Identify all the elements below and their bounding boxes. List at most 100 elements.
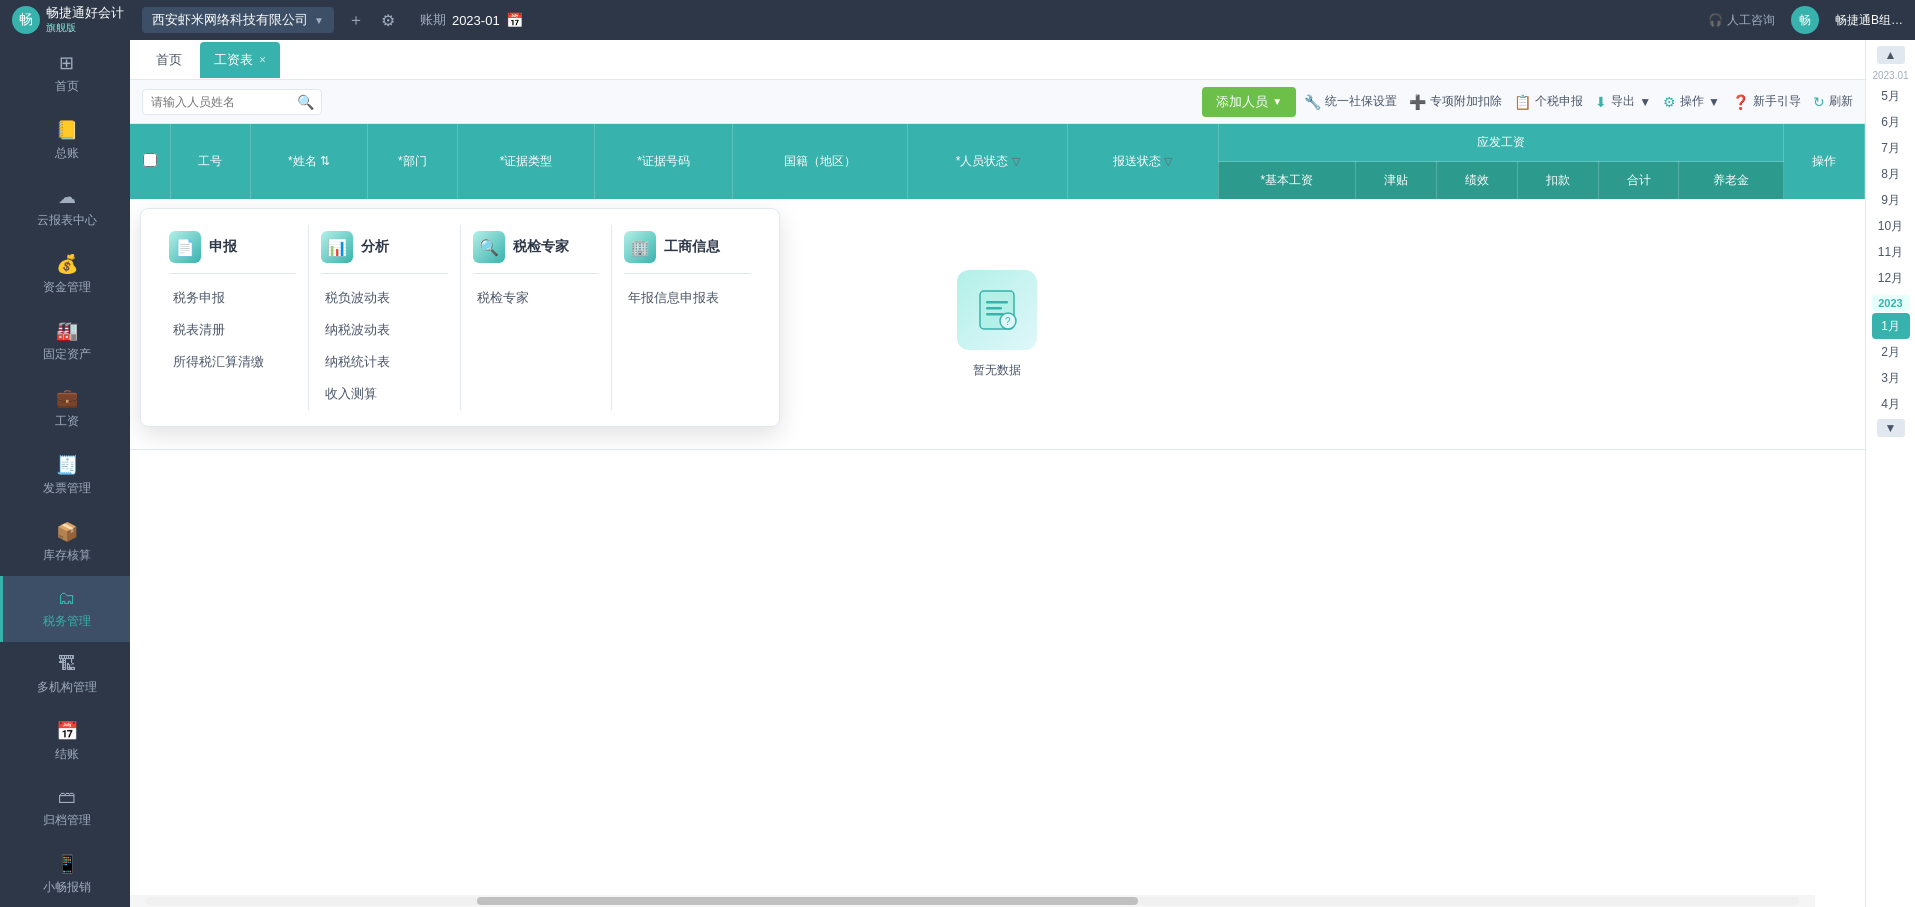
sidebar-label-payroll: 工资 (55, 413, 79, 430)
dropdown-item-income-tax[interactable]: 所得税汇算清缴 (169, 346, 296, 378)
sidebar-item-invoice[interactable]: 🧾 发票管理 (0, 442, 130, 509)
timeline-month-4-2024[interactable]: 4月 (1872, 391, 1910, 417)
sidebar-item-archive[interactable]: 🗃 归档管理 (0, 775, 130, 841)
dropdown-item-annual-report[interactable]: 年报信息申报表 (624, 282, 751, 314)
headset-icon: 🎧 (1708, 13, 1723, 27)
refresh-label: 刷新 (1829, 93, 1853, 110)
refresh-btn[interactable]: ↻ 刷新 (1813, 93, 1853, 110)
period-label-text: 账期 (420, 11, 446, 29)
timeline-nav-down[interactable]: ▼ (1877, 419, 1905, 437)
sidebar-item-inventory[interactable]: 📦 库存核算 (0, 509, 130, 576)
analysis-icon: 📊 (321, 231, 353, 263)
sidebar-item-cloud[interactable]: ☁ 云报表中心 (0, 174, 130, 241)
expert-header: 🔍 税检专家 (473, 225, 600, 274)
tab-home-label: 首页 (156, 51, 182, 69)
sidebar-item-tax[interactable]: 🗂 税务管理 (0, 576, 130, 642)
dropdown-item-tax-fluctuation[interactable]: 纳税波动表 (321, 314, 448, 346)
dropdown-item-expert[interactable]: 税检专家 (473, 282, 600, 314)
analysis-header: 📊 分析 (321, 225, 448, 274)
sidebar-item-period-close[interactable]: 📅 结账 (0, 708, 130, 775)
header-department: *部门 (367, 124, 457, 199)
sidebar-item-mini[interactable]: 📱 小畅报销 (0, 841, 130, 907)
sidebar: ⊞ 首页 📒 总账 ☁ 云报表中心 💰 资金管理 🏭 固定资产 💼 工资 🧾 发… (0, 40, 130, 907)
dropdown-item-tax-declare[interactable]: 税务申报 (169, 282, 296, 314)
sidebar-label-inventory: 库存核算 (43, 547, 91, 564)
multi-icon: 🏗 (58, 654, 76, 675)
export-btn[interactable]: ⬇ 导出 ▼ (1595, 93, 1651, 110)
sidebar-item-ledger[interactable]: 📒 总账 (0, 107, 130, 174)
tab-payroll[interactable]: 工资表 × (200, 42, 280, 78)
company-selector[interactable]: 西安虾米网络科技有限公司 ▼ (142, 7, 334, 33)
export-dropdown-arrow: ▼ (1639, 95, 1651, 109)
dropdown-item-tax-table[interactable]: 税表清册 (169, 314, 296, 346)
asset-icon: 🏭 (56, 320, 78, 342)
sidebar-item-home[interactable]: ⊞ 首页 (0, 40, 130, 107)
sidebar-item-payroll[interactable]: 💼 工资 (0, 375, 130, 442)
timeline-month-10[interactable]: 10月 (1872, 213, 1910, 239)
export-label: 导出 (1611, 93, 1635, 110)
search-input[interactable] (151, 95, 291, 109)
timeline-month-6[interactable]: 6月 (1872, 109, 1910, 135)
tab-home[interactable]: 首页 (142, 42, 196, 78)
header-checkbox-cell (130, 124, 170, 199)
toolbar: 🔍 添加人员 ▼ 🔧 统一社保设置 ➕ 专项附加扣除 📋 个税申报 (130, 80, 1865, 124)
guide-btn[interactable]: ❓ 新手引导 (1732, 93, 1801, 110)
add-company-btn[interactable]: ＋ (344, 8, 368, 32)
top-bar-right: 🎧 人工咨询 畅 畅捷通B组… (1708, 6, 1903, 34)
dropdown-section-analysis: 📊 分析 税负波动表 纳税波动表 纳税统计表 收入测算 (309, 225, 461, 410)
timeline-month-12[interactable]: 12月 (1872, 265, 1910, 291)
empty-svg: ? (972, 285, 1022, 335)
timeline-month-5[interactable]: 5月 (1872, 83, 1910, 109)
archive-icon: 🗃 (58, 787, 76, 808)
timeline-month-3-2024[interactable]: 3月 (1872, 365, 1910, 391)
toolbar-actions: 🔧 统一社保设置 ➕ 专项附加扣除 📋 个税申报 ⬇ 导出 ▼ ⚙ (1304, 93, 1853, 110)
bizinfo-title: 工商信息 (664, 238, 720, 256)
timeline-month-1-2024[interactable]: 1月 (1872, 313, 1910, 339)
timeline-month-7[interactable]: 7月 (1872, 135, 1910, 161)
declare-title: 申报 (209, 238, 237, 256)
personal-tax-btn[interactable]: 📋 个税申报 (1514, 93, 1583, 110)
special-deduction-icon: ➕ (1409, 94, 1426, 110)
special-deduction-btn[interactable]: ➕ 专项附加扣除 (1409, 93, 1502, 110)
social-security-icon: 🔧 (1304, 94, 1321, 110)
header-salary-group: 应发工资 (1218, 124, 1783, 162)
timeline-month-2-2024[interactable]: 2月 (1872, 339, 1910, 365)
sidebar-label-multi: 多机构管理 (37, 679, 97, 696)
timeline-month-11[interactable]: 11月 (1872, 239, 1910, 265)
add-person-button[interactable]: 添加人员 ▼ (1202, 87, 1296, 117)
user-avatar[interactable]: 畅 (1791, 6, 1819, 34)
tab-close-btn[interactable]: × (259, 53, 266, 67)
content-area: 首页 工资表 × 🔍 添加人员 ▼ 🔧 统一社保设置 (130, 40, 1865, 907)
sidebar-item-multi[interactable]: 🏗 多机构管理 (0, 642, 130, 708)
operate-btn[interactable]: ⚙ 操作 ▼ (1663, 93, 1720, 110)
horizontal-scrollbar[interactable] (130, 895, 1815, 907)
select-all-checkbox[interactable] (143, 153, 157, 167)
refresh-icon: ↻ (1813, 94, 1825, 110)
company-dropdown-arrow: ▼ (314, 15, 324, 26)
support-button[interactable]: 🎧 人工咨询 (1708, 12, 1775, 29)
timeline-month-9[interactable]: 9月 (1872, 187, 1910, 213)
analysis-title: 分析 (361, 238, 389, 256)
inventory-icon: 📦 (56, 521, 78, 543)
mini-icon: 📱 (56, 853, 78, 875)
calendar-icon[interactable]: 📅 (506, 12, 523, 28)
fund-icon: 💰 (56, 253, 78, 275)
sidebar-item-asset[interactable]: 🏭 固定资产 (0, 308, 130, 375)
social-security-btn[interactable]: 🔧 统一社保设置 (1304, 93, 1397, 110)
operate-icon: ⚙ (1663, 94, 1676, 110)
svg-rect-1 (986, 301, 1008, 304)
sidebar-label-cloud: 云报表中心 (37, 212, 97, 229)
period-section: 账期 2023-01 📅 (420, 11, 523, 29)
settings-btn[interactable]: ⚙ (376, 8, 400, 32)
dropdown-item-income-estimate[interactable]: 收入测算 (321, 378, 448, 410)
sidebar-label-mini: 小畅报销 (43, 879, 91, 896)
cloud-icon: ☁ (58, 186, 76, 208)
timeline-month-8[interactable]: 8月 (1872, 161, 1910, 187)
scroll-track (146, 897, 1799, 905)
timeline-nav-up[interactable]: ▲ (1877, 46, 1905, 64)
dropdown-item-tax-burden[interactable]: 税负波动表 (321, 282, 448, 314)
search-box[interactable]: 🔍 (142, 89, 322, 115)
guide-label: 新手引导 (1753, 93, 1801, 110)
sidebar-item-fund[interactable]: 💰 资金管理 (0, 241, 130, 308)
dropdown-item-tax-stats[interactable]: 纳税统计表 (321, 346, 448, 378)
